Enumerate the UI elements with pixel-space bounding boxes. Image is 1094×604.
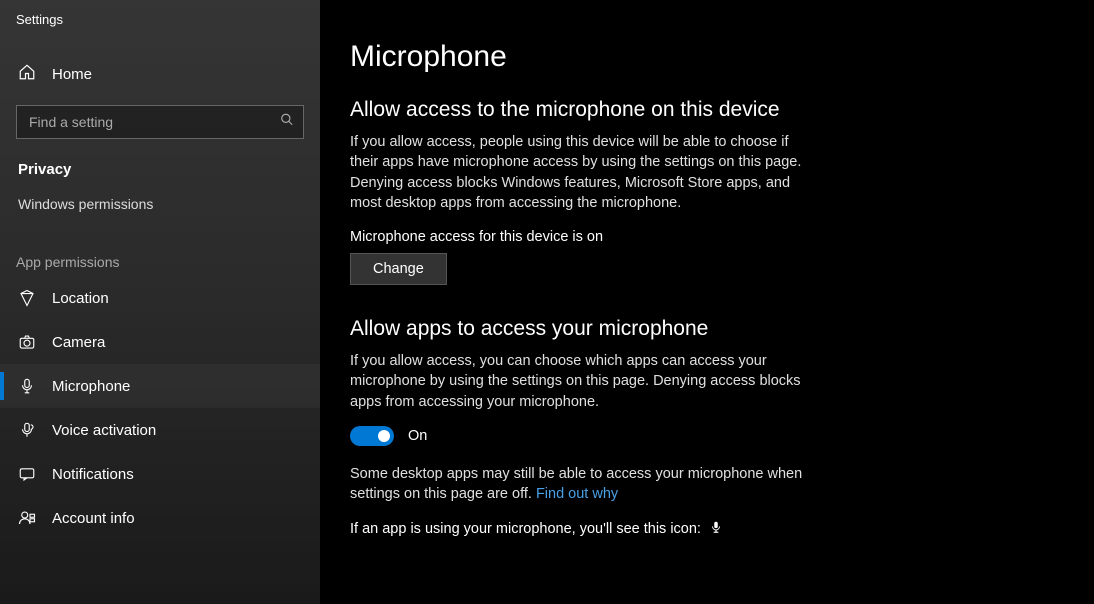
account-icon: [18, 509, 36, 527]
home-icon: [18, 63, 36, 85]
microphone-status-icon: [709, 519, 723, 539]
mic-icon-line: If an app is using your microphone, you'…: [350, 519, 1064, 539]
category-header: Privacy: [0, 147, 320, 186]
sidebar-item-account-info[interactable]: Account info: [0, 496, 320, 540]
section1-heading: Allow access to the microphone on this d…: [350, 98, 1064, 122]
section2-body: If you allow access, you can choose whic…: [350, 351, 820, 412]
sidebar-item-notifications[interactable]: Notifications: [0, 452, 320, 496]
sidebar-item-microphone[interactable]: Microphone: [0, 364, 320, 408]
sidebar-item-location[interactable]: Location: [0, 276, 320, 320]
location-icon: [18, 289, 36, 307]
sidebar-item-label: Location: [52, 290, 109, 307]
subcategory-link[interactable]: Windows permissions: [0, 186, 320, 222]
apps-access-toggle-row: On: [350, 426, 1064, 446]
find-out-why-link[interactable]: Find out why: [536, 486, 618, 502]
microphone-icon: [18, 377, 36, 395]
sidebar-item-camera[interactable]: Camera: [0, 320, 320, 364]
change-button[interactable]: Change: [350, 253, 447, 285]
home-label: Home: [52, 66, 92, 83]
sidebar-item-label: Camera: [52, 334, 105, 351]
toggle-knob: [378, 430, 390, 442]
mic-icon-text: If an app is using your microphone, you'…: [350, 521, 701, 537]
search-wrap: [16, 105, 304, 139]
sidebar-item-label: Voice activation: [52, 422, 156, 439]
home-button[interactable]: Home: [0, 51, 320, 97]
window-title: Settings: [0, 0, 320, 37]
apps-access-toggle[interactable]: [350, 426, 394, 446]
main-content: Microphone Allow access to the microphon…: [320, 0, 1094, 604]
sidebar-item-voice-activation[interactable]: Voice activation: [0, 408, 320, 452]
page-title: Microphone: [350, 40, 1064, 74]
section2-heading: Allow apps to access your microphone: [350, 317, 1064, 341]
toggle-state-label: On: [408, 428, 427, 444]
group-label: App permissions: [0, 232, 320, 276]
desktop-apps-note: Some desktop apps may still be able to a…: [350, 464, 820, 505]
device-access-status: Microphone access for this device is on: [350, 229, 1064, 245]
sidebar: Settings Home Privacy Windows permission…: [0, 0, 320, 604]
sidebar-item-label: Microphone: [52, 378, 130, 395]
notifications-icon: [18, 465, 36, 483]
sidebar-item-label: Account info: [52, 510, 135, 527]
sidebar-item-label: Notifications: [52, 466, 134, 483]
search-input[interactable]: [16, 105, 304, 139]
section1-body: If you allow access, people using this d…: [350, 132, 820, 213]
camera-icon: [18, 333, 36, 351]
search-icon: [280, 113, 294, 132]
voice-icon: [18, 421, 36, 439]
